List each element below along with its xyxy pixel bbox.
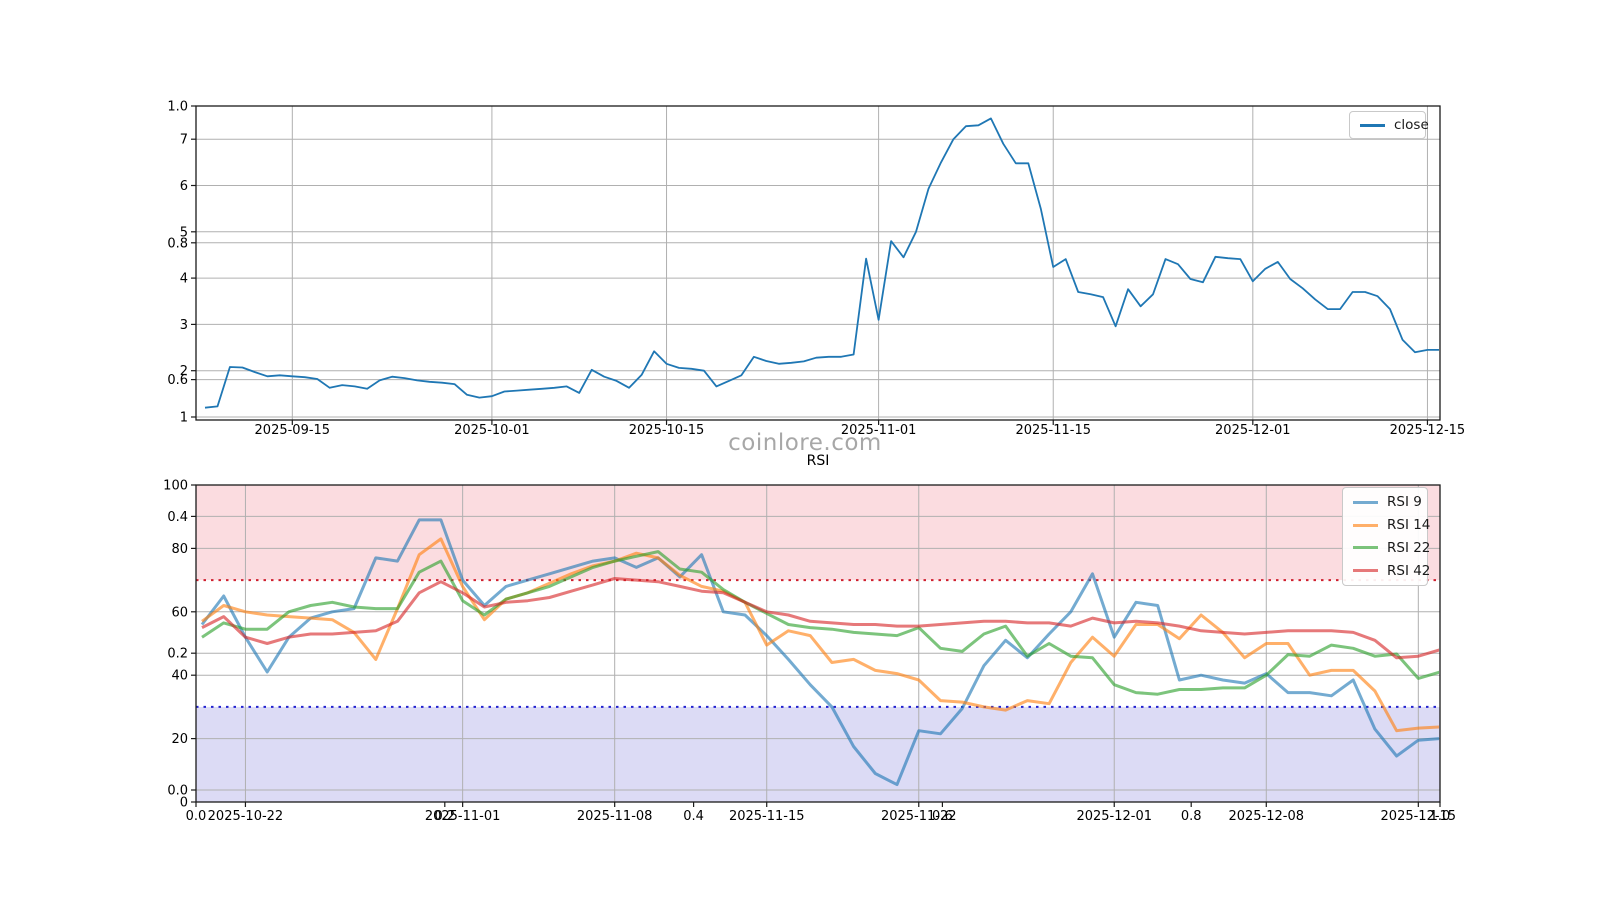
price-x-tick-label: 2025-09-15 <box>255 423 331 438</box>
price-y-tick-label: 6 <box>180 179 188 194</box>
rsi-legend-swatch <box>1353 523 1378 527</box>
rsi-panel-title: RSI <box>806 453 830 469</box>
rsi-legend-label: RSI 9 <box>1387 494 1422 511</box>
rsi-y-tick-label: 80 <box>171 542 188 557</box>
rsi-legend-swatch <box>1353 546 1378 550</box>
figure-x-tick-label: 0.2 <box>434 809 455 824</box>
rsi-legend-label: RSI 14 <box>1387 517 1431 534</box>
rsi-y-tick-label: 40 <box>171 669 188 684</box>
rsi-x-tick-label: 2025-11-15 <box>729 809 805 824</box>
figure-x-tick-label: 0.6 <box>932 809 953 824</box>
price-y-tick-label: 7 <box>180 133 188 148</box>
rsi-legend-swatch <box>1353 500 1378 504</box>
rsi-x-tick-label: 2025-10-22 <box>208 809 284 824</box>
rsi-legend: RSI 9 RSI 14 RSI 22 RSI 42 <box>1342 487 1430 586</box>
price-legend-swatch <box>1360 123 1385 127</box>
figure-y-tick-label: 0.8 <box>167 236 188 251</box>
rsi-legend-entry: RSI 14 <box>1353 514 1430 537</box>
close-line <box>204 117 1439 409</box>
rsi-y-tick-label: 100 <box>163 479 188 494</box>
price-legend-entry: close <box>1360 115 1429 135</box>
price-x-tick-label: 2025-12-15 <box>1390 423 1466 438</box>
rsi-legend-swatch <box>1353 569 1378 573</box>
rsi-legend-entry: RSI 9 <box>1353 491 1422 514</box>
figure-y-tick-label: 0.6 <box>167 373 188 388</box>
price-y-tick-label: 3 <box>180 318 188 333</box>
rsi-x-tick-label: 2025-11-08 <box>577 809 653 824</box>
overbought-band <box>196 485 1440 581</box>
price-x-tick-label: 2025-10-01 <box>454 423 530 438</box>
rsi-legend-entry: RSI 22 <box>1353 537 1430 560</box>
figure-y-tick-label: 0.4 <box>167 510 188 525</box>
figure-y-tick-label: 1.0 <box>167 100 188 115</box>
figure-x-tick-label: 0.8 <box>1181 809 1202 824</box>
oversold-band <box>196 706 1440 802</box>
rsi-x-tick-label: 2025-12-01 <box>1076 809 1152 824</box>
price-y-tick-label: 4 <box>180 272 188 287</box>
figure-y-tick-label: 0.2 <box>167 647 188 662</box>
rsi-legend-entry: RSI 42 <box>1353 559 1430 582</box>
rsi-legend-label: RSI 42 <box>1387 562 1431 579</box>
rsi-y-tick-label: 60 <box>171 605 188 620</box>
rsi-line-4 <box>201 577 1439 660</box>
price-plot-border <box>195 105 1441 421</box>
figure-x-tick-label: 0.0 <box>186 809 207 824</box>
figure-y-tick-label: 0.0 <box>167 784 188 799</box>
rsi-y-tick-label: 20 <box>171 732 188 747</box>
price-legend-label: close <box>1394 117 1429 133</box>
chart-figure: 2025-09-15 2025-10-01 2025-10-15 2025-11-01… <box>0 0 1600 900</box>
rsi-legend-label: RSI 22 <box>1387 539 1431 556</box>
rsi-x-tick-label: 2025-12-08 <box>1228 809 1304 824</box>
price-x-tick-label: 2025-12-01 <box>1215 423 1291 438</box>
price-legend: close <box>1349 111 1429 139</box>
figure-x-tick-label: 1.0 <box>1430 809 1451 824</box>
figure-x-tick-label: 0.4 <box>683 809 704 824</box>
price-x-tick-label: 2025-11-15 <box>1015 423 1091 438</box>
price-y-tick-label: 1 <box>180 411 188 426</box>
price-x-tick-label: 2025-10-15 <box>629 423 705 438</box>
